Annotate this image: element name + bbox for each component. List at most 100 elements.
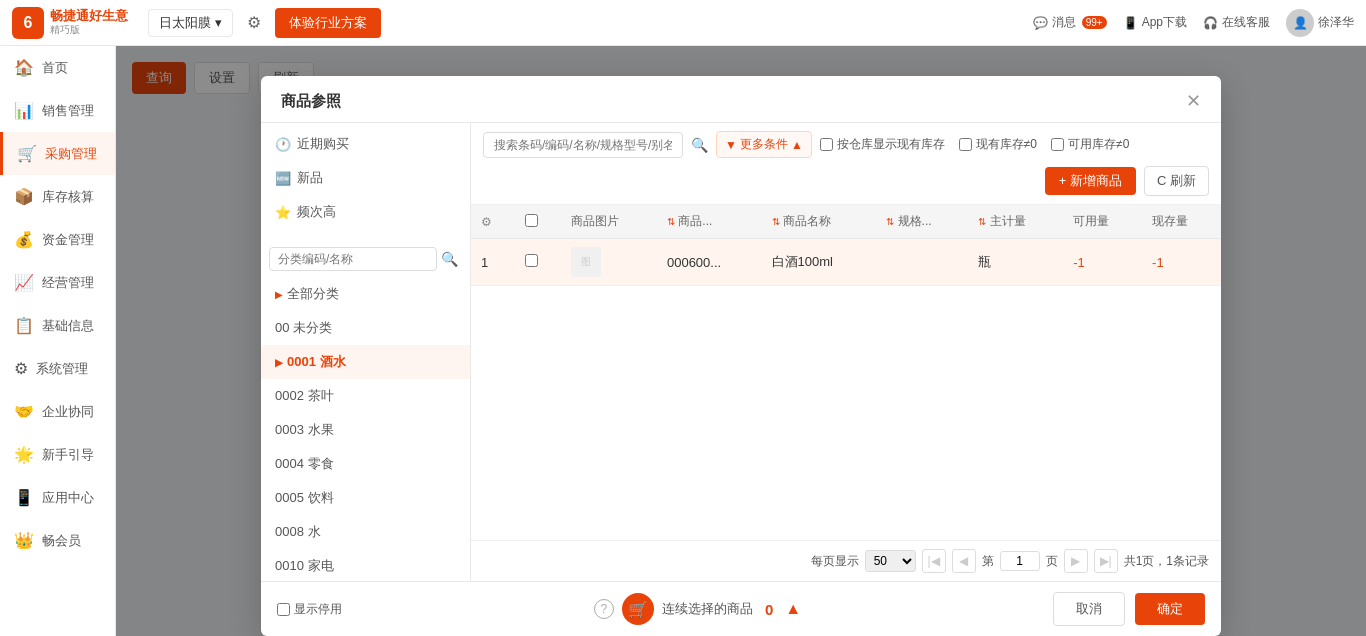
- app-download-btn[interactable]: 📱 App下载: [1123, 14, 1187, 31]
- sidebar-item-finance[interactable]: 💰 资金管理: [0, 218, 115, 261]
- show-disabled-checkbox[interactable]: [277, 603, 290, 616]
- product-search-icon[interactable]: 🔍: [691, 137, 708, 153]
- th-name[interactable]: ⇅ 商品名称: [762, 205, 877, 239]
- next-page-btn[interactable]: ▶: [1064, 549, 1088, 573]
- cat-item-0010[interactable]: 0010 家电: [261, 549, 470, 581]
- row-checkbox-cell: [515, 239, 561, 286]
- sidebar-item-system[interactable]: ⚙ 系统管理: [0, 347, 115, 390]
- username: 徐泽华: [1318, 14, 1354, 31]
- cancel-button[interactable]: 取消: [1053, 592, 1125, 626]
- cat-item-0001[interactable]: ▶ 0001 酒水: [261, 345, 470, 379]
- sidebar-item-home[interactable]: 🏠 首页: [0, 46, 115, 89]
- checkbox-available[interactable]: [1051, 138, 1064, 151]
- checkbox-stock[interactable]: [959, 138, 972, 151]
- cat-item-0004[interactable]: 0004 零食: [261, 447, 470, 481]
- settings-icon[interactable]: ⚙: [239, 8, 269, 38]
- cat-item-all[interactable]: ▶ 全部分类: [261, 277, 470, 311]
- sidebar-item-enterprise[interactable]: 🤝 企业协同: [0, 390, 115, 433]
- messages-btn[interactable]: 💬 消息 99+: [1033, 14, 1107, 31]
- category-search-icon[interactable]: 🔍: [441, 251, 458, 267]
- th-settings[interactable]: ⚙: [471, 205, 515, 239]
- show-disabled-label[interactable]: 显示停用: [277, 601, 342, 618]
- home-icon: 🏠: [14, 58, 34, 77]
- category-search-input[interactable]: [269, 247, 437, 271]
- recent-items: 🕐 近期购买 🆕 新品 ⭐ 频次高: [261, 123, 470, 233]
- sidebar-label-basic-info: 基础信息: [42, 317, 94, 335]
- cat-label-0005: 0005 饮料: [275, 489, 334, 507]
- cat-label-0010: 0010 家电: [275, 557, 334, 575]
- gear-icon[interactable]: ⚙: [481, 215, 492, 229]
- th-image: 商品图片: [561, 205, 657, 239]
- sidebar-item-sales[interactable]: 📊 销售管理: [0, 89, 115, 132]
- close-icon[interactable]: ✕: [1186, 90, 1201, 112]
- th-stock: 现存量: [1142, 205, 1221, 239]
- cat-item-0003[interactable]: 0003 水果: [261, 413, 470, 447]
- cat-item-00[interactable]: 00 未分类: [261, 311, 470, 345]
- checkbox-item-stock[interactable]: 现有库存≠0: [959, 136, 1037, 153]
- th-code[interactable]: ⇅ 商品...: [657, 205, 762, 239]
- new-items-item[interactable]: 🆕 新品: [261, 161, 470, 195]
- sidebar-item-purchase[interactable]: 🛒 采购管理: [0, 132, 115, 175]
- clock-icon: 🕐: [275, 137, 291, 152]
- th-available-label: 可用量: [1073, 214, 1109, 228]
- checkbox-item-warehouse[interactable]: 按仓库显示现有库存: [820, 136, 945, 153]
- last-page-btn[interactable]: ▶|: [1094, 549, 1118, 573]
- help-icon[interactable]: ?: [594, 599, 614, 619]
- refresh-button[interactable]: C 刷新: [1144, 166, 1209, 196]
- recent-buy-item[interactable]: 🕐 近期购买: [261, 127, 470, 161]
- left-panel: 🕐 近期购买 🆕 新品 ⭐ 频次高: [261, 123, 471, 581]
- modal-product-reference: 商品参照 ✕ 🕐 近期购买 🆕: [261, 76, 1221, 636]
- cat-item-0005[interactable]: 0005 饮料: [261, 481, 470, 515]
- cart-icon[interactable]: 🛒: [622, 593, 654, 625]
- confirm-button[interactable]: 确定: [1135, 593, 1205, 625]
- product-search-input[interactable]: [483, 132, 683, 158]
- sidebar-label-system: 系统管理: [36, 360, 88, 378]
- avatar: 👤: [1286, 9, 1314, 37]
- info-icon: 📋: [14, 316, 34, 335]
- sidebar-item-member[interactable]: 👑 畅会员: [0, 519, 115, 562]
- user-area[interactable]: 👤 徐泽华: [1286, 9, 1354, 37]
- high-freq-item[interactable]: ⭐ 频次高: [261, 195, 470, 229]
- headset-icon: 🎧: [1203, 16, 1218, 30]
- checkbox-item-available[interactable]: 可用库存≠0: [1051, 136, 1129, 153]
- sidebar-item-guide[interactable]: 🌟 新手引导: [0, 433, 115, 476]
- collapse-panel-icon[interactable]: 《: [462, 250, 471, 268]
- cat-item-0002[interactable]: 0002 茶叶: [261, 379, 470, 413]
- sidebar-item-app-center[interactable]: 📱 应用中心: [0, 476, 115, 519]
- per-page-select[interactable]: 50 100 200: [865, 550, 916, 572]
- th-spec[interactable]: ⇅ 规格...: [876, 205, 968, 239]
- select-all-checkbox[interactable]: [525, 214, 538, 227]
- filter-icon: ▼: [725, 138, 737, 152]
- sidebar-item-business[interactable]: 📈 经营管理: [0, 261, 115, 304]
- row-spec-cell: [876, 239, 968, 286]
- sidebar-item-inventory[interactable]: 📦 库存核算: [0, 175, 115, 218]
- experience-button[interactable]: 体验行业方案: [275, 8, 381, 38]
- brand-sub: 精巧版: [50, 23, 128, 37]
- message-icon: 💬: [1033, 16, 1048, 30]
- first-page-btn[interactable]: |◀: [922, 549, 946, 573]
- add-product-button[interactable]: + 新增商品: [1045, 167, 1136, 195]
- per-page-label: 每页显示: [811, 553, 859, 570]
- sales-icon: 📊: [14, 101, 34, 120]
- cat-label-0002: 0002 茶叶: [275, 387, 334, 405]
- page-number-input[interactable]: [1000, 551, 1040, 571]
- messages-label: 消息: [1052, 14, 1076, 31]
- table-row[interactable]: 1 图 000600... 白酒100ml: [471, 239, 1221, 286]
- more-conditions-btn[interactable]: ▼ 更多条件 ▲: [716, 131, 812, 158]
- sidebar-item-basic-info[interactable]: 📋 基础信息: [0, 304, 115, 347]
- checkbox-warehouse[interactable]: [820, 138, 833, 151]
- row-unit-cell: 瓶: [968, 239, 1063, 286]
- cat-item-0008[interactable]: 0008 水: [261, 515, 470, 549]
- collapse-icon[interactable]: ▲: [785, 600, 801, 618]
- sort-icon-unit: ⇅: [978, 216, 986, 227]
- prev-page-btn[interactable]: ◀: [952, 549, 976, 573]
- th-unit[interactable]: ⇅ 主计量: [968, 205, 1063, 239]
- sidebar: 🏠 首页 📊 销售管理 🛒 采购管理 📦 库存核算 💰 资金管理 📈 经营管理 …: [0, 46, 116, 636]
- modal-header: 商品参照 ✕: [261, 76, 1221, 123]
- nav-dropdown[interactable]: 日太阳膜 ▾: [148, 9, 233, 37]
- row-name-cell: 白酒100ml: [762, 239, 877, 286]
- online-service-btn[interactable]: 🎧 在线客服: [1203, 14, 1270, 31]
- row-checkbox[interactable]: [525, 254, 538, 267]
- cat-label-0001: 0001 酒水: [287, 353, 346, 371]
- nav-dropdown-label: 日太阳膜: [159, 14, 211, 32]
